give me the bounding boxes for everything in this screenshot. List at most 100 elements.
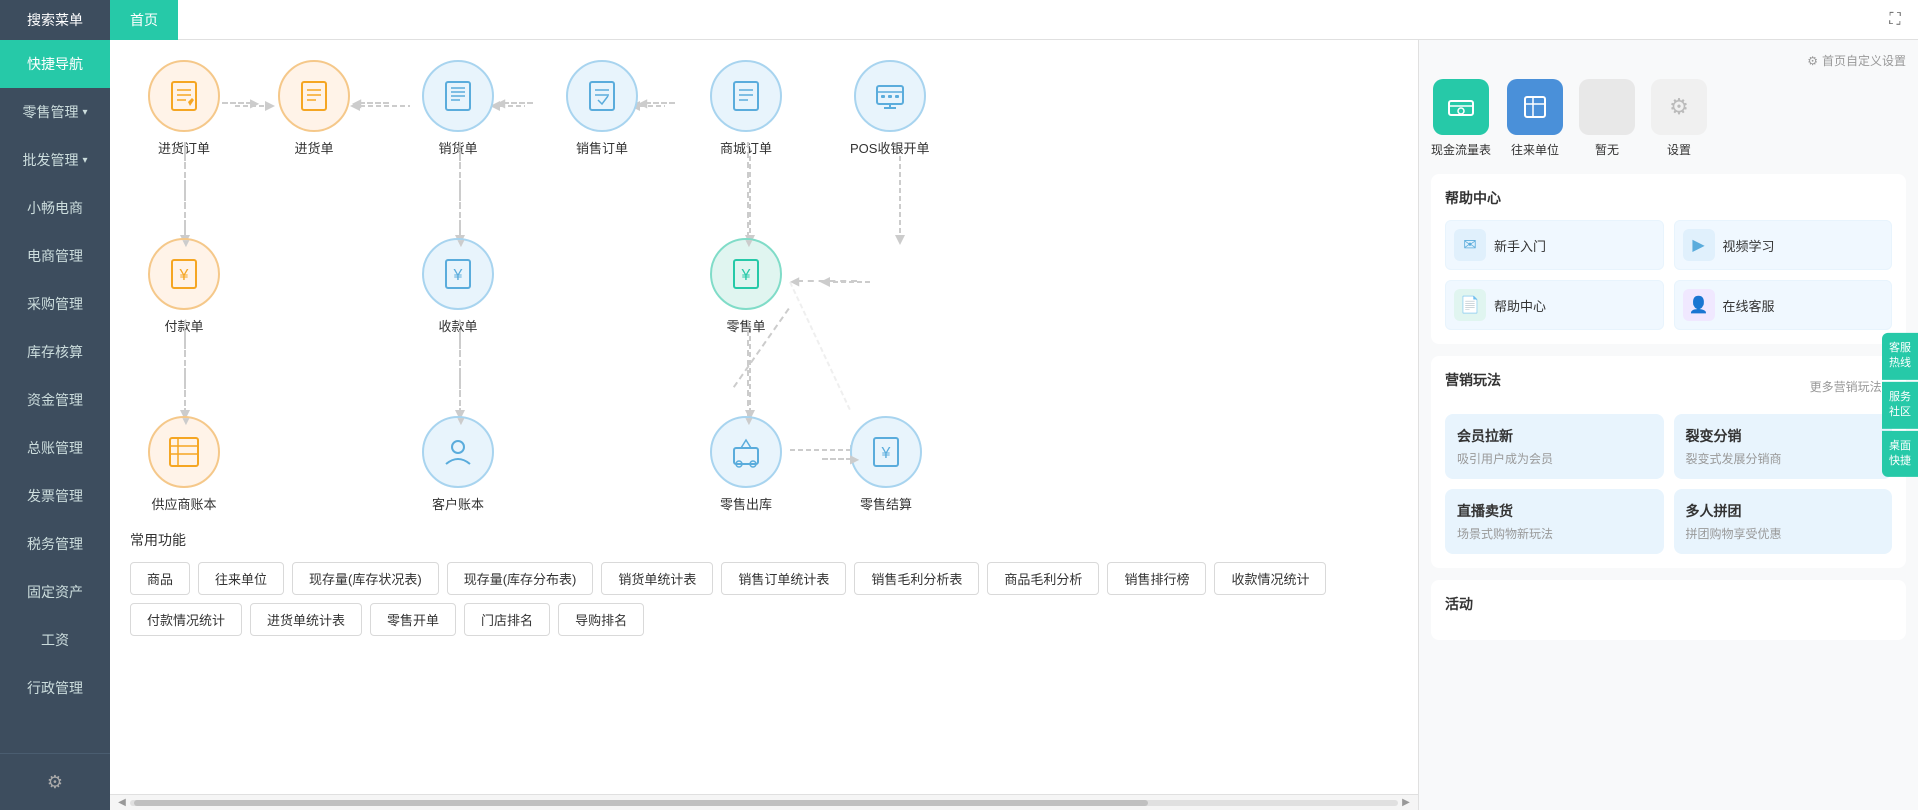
customer-account-label: 客户账本 (432, 494, 484, 513)
sidebar-item-ecom-mgmt[interactable]: 电商管理 (0, 232, 110, 280)
func-btn-stock-dist[interactable]: 现存量(库存分布表) (447, 562, 594, 595)
node-mall-order[interactable]: 商城订单 (710, 60, 782, 157)
quick-icon-cash-flow[interactable]: 现金流量表 (1431, 79, 1491, 158)
func-btn-payment-stat[interactable]: 付款情况统计 (130, 603, 242, 636)
group-buy-desc: 拼团购物享受优惠 (1686, 525, 1881, 542)
quick-icon-settings[interactable]: ⚙ 设置 (1651, 79, 1707, 158)
float-btn-desktop[interactable]: 桌面快捷 (1882, 430, 1918, 477)
node-pos-cashier[interactable]: POS收银开单 (850, 60, 929, 157)
fullscreen-button[interactable]: ⛶ (1880, 5, 1910, 35)
sidebar-item-retail-mgmt[interactable]: 零售管理 ▾ (0, 88, 110, 136)
arrow-mo-rb (747, 142, 749, 238)
scroll-track[interactable] (130, 800, 1398, 806)
member-title: 会员拉新 (1457, 426, 1652, 446)
marketing-item-group-buy[interactable]: 多人拼团 拼团购物享受优惠 (1674, 489, 1893, 554)
node-customer-account[interactable]: 客户账本 (422, 416, 494, 513)
func-btn-sales-rank[interactable]: 销售排行榜 (1107, 562, 1206, 595)
func-btn-guide-rank[interactable]: 导购排名 (558, 603, 644, 636)
sales-bill-icon (422, 60, 494, 132)
quick-icon-none[interactable]: 暂无 (1579, 79, 1635, 158)
more-marketing-link[interactable]: 更多营销玩法 > (1810, 378, 1892, 395)
sidebar-item-xiaochang[interactable]: 小畅电商 (0, 184, 110, 232)
node-receipt-bill[interactable]: ¥ 收款单 (422, 238, 494, 335)
help-item-online-service[interactable]: 👤 在线客服 (1674, 280, 1893, 330)
sidebar-item-fixed-assets[interactable]: 固定资产 (0, 568, 110, 616)
beginner-icon: ✉ (1454, 229, 1486, 261)
node-sales-order[interactable]: 销售订单 (566, 60, 638, 157)
marketing-item-livestream[interactable]: 直播卖货 场景式购物新玩法 (1445, 489, 1664, 554)
float-btn-community[interactable]: 服务社区 (1882, 382, 1918, 429)
sidebar-item-tax-mgmt[interactable]: 税务管理 (0, 520, 110, 568)
sidebar-item-finance[interactable]: 资金管理 (0, 376, 110, 424)
node-retail-bill[interactable]: ¥ 零售单 (710, 238, 782, 335)
func-btn-order-stat[interactable]: 销售订单统计表 (721, 562, 846, 595)
sidebar-item-quick-nav[interactable]: 快捷导航 (0, 40, 110, 88)
group-buy-title: 多人拼团 (1686, 501, 1881, 521)
func-btn-stock-status[interactable]: 现存量(库存状况表) (292, 562, 439, 595)
purchase-order-icon (148, 60, 220, 132)
none-icon-box (1579, 79, 1635, 135)
marketing-title: 营销玩法 (1445, 370, 1501, 390)
pos-cashier-label: POS收银开单 (850, 138, 929, 157)
scroll-right-arrow[interactable]: ▶ (1398, 797, 1414, 808)
arrow-down-rec: ▼ (455, 414, 467, 428)
arrow-sb-rec (459, 142, 461, 238)
func-btn-purchase-stat[interactable]: 进货单统计表 (250, 603, 362, 636)
func-btn-product-margin[interactable]: 商品毛利分析 (987, 562, 1099, 595)
arrow-rec-cust (459, 320, 461, 416)
common-functions: 常用功能 商品 往来单位 现存量(库存状况表) 现存量(库存分布表) 销货单统计… (130, 530, 1398, 636)
purchase-bill-label: 进货单 (294, 138, 333, 157)
content-area: 进货订单 进货单 销货单 (110, 40, 1918, 810)
sidebar-item-general-ledger[interactable]: 总账管理 (0, 424, 110, 472)
svg-text:¥: ¥ (453, 267, 463, 284)
help-icon: 📄 (1454, 289, 1486, 321)
help-center-title: 帮助中心 (1445, 188, 1892, 208)
arrow-po-pay (184, 142, 186, 238)
sidebar-item-salary[interactable]: 工资 (0, 616, 110, 664)
arrow-down-po: ▼ (180, 236, 192, 250)
sidebar-item-invoice-mgmt[interactable]: 发票管理 (0, 472, 110, 520)
home-tab[interactable]: 首页 (110, 0, 178, 40)
settings-label: 设置 (1667, 141, 1691, 158)
online-service-icon: 👤 (1683, 289, 1715, 321)
search-menu[interactable]: 搜索菜单 (0, 0, 110, 40)
sidebar-item-purchase-mgmt[interactable]: 采购管理 (0, 280, 110, 328)
arrow-po-pb: ▶ (222, 96, 259, 110)
svg-text:¥: ¥ (741, 267, 751, 284)
node-sales-bill[interactable]: 销货单 (422, 60, 494, 157)
customize-settings-link[interactable]: ⚙ 首页自定义设置 (1807, 52, 1906, 69)
online-service-text: 在线客服 (1723, 296, 1775, 315)
func-btn-sales-margin[interactable]: 销售毛利分析表 (854, 562, 979, 595)
sidebar-item-admin[interactable]: 行政管理 (0, 664, 110, 712)
func-btn-retail-order[interactable]: 零售开单 (370, 603, 456, 636)
func-btn-vendor[interactable]: 往来单位 (198, 562, 284, 595)
sidebar-item-wholesale-mgmt[interactable]: 批发管理 ▾ (0, 136, 110, 184)
node-purchase-bill[interactable]: 进货单 (278, 60, 350, 157)
vendor-unit-icon-box (1507, 79, 1563, 135)
quick-nav-header: ⚙ 首页自定义设置 (1431, 52, 1906, 69)
node-retail-outbound[interactable]: 零售出库 (710, 416, 782, 513)
sidebar-gear-button[interactable]: ⚙ (0, 762, 110, 802)
cash-flow-icon-box (1433, 79, 1489, 135)
help-item-video[interactable]: ▶ 视频学习 (1674, 220, 1893, 270)
func-btn-sales-stat[interactable]: 销货单统计表 (601, 562, 713, 595)
quick-icon-vendor-unit[interactable]: 往来单位 (1507, 79, 1563, 158)
func-btn-product[interactable]: 商品 (130, 562, 190, 595)
node-retail-settlement[interactable]: ¥ 零售结算 (850, 416, 922, 513)
func-btn-store-rank[interactable]: 门店排名 (464, 603, 550, 636)
scroll-thumb[interactable] (134, 800, 1148, 806)
marketing-item-member[interactable]: 会员拉新 吸引用户成为会员 (1445, 414, 1664, 479)
sidebar: 快捷导航 零售管理 ▾ 批发管理 ▾ 小畅电商 电商管理 采购管理 库存核算 资… (0, 40, 110, 810)
scroll-left-arrow[interactable]: ◀ (114, 797, 130, 808)
help-item-help[interactable]: 📄 帮助中心 (1445, 280, 1664, 330)
node-supplier-account[interactable]: 供应商账本 (148, 416, 220, 513)
gear-icon: ⚙ (1807, 54, 1818, 68)
main-panel: 进货订单 进货单 销货单 (110, 40, 1418, 794)
func-btn-receipt-stat[interactable]: 收款情况统计 (1214, 562, 1326, 595)
help-item-beginner[interactable]: ✉ 新手入门 (1445, 220, 1664, 270)
arrow-down-rb: ▼ (743, 414, 755, 428)
float-btn-customer-service[interactable]: 客服热线 (1882, 333, 1918, 380)
marketing-item-fission[interactable]: 裂变分销 裂变式发展分销商 (1674, 414, 1893, 479)
sidebar-item-inventory[interactable]: 库存核算 (0, 328, 110, 376)
right-panel: ⚙ 首页自定义设置 现金流量表 往来单位 (1418, 40, 1918, 810)
